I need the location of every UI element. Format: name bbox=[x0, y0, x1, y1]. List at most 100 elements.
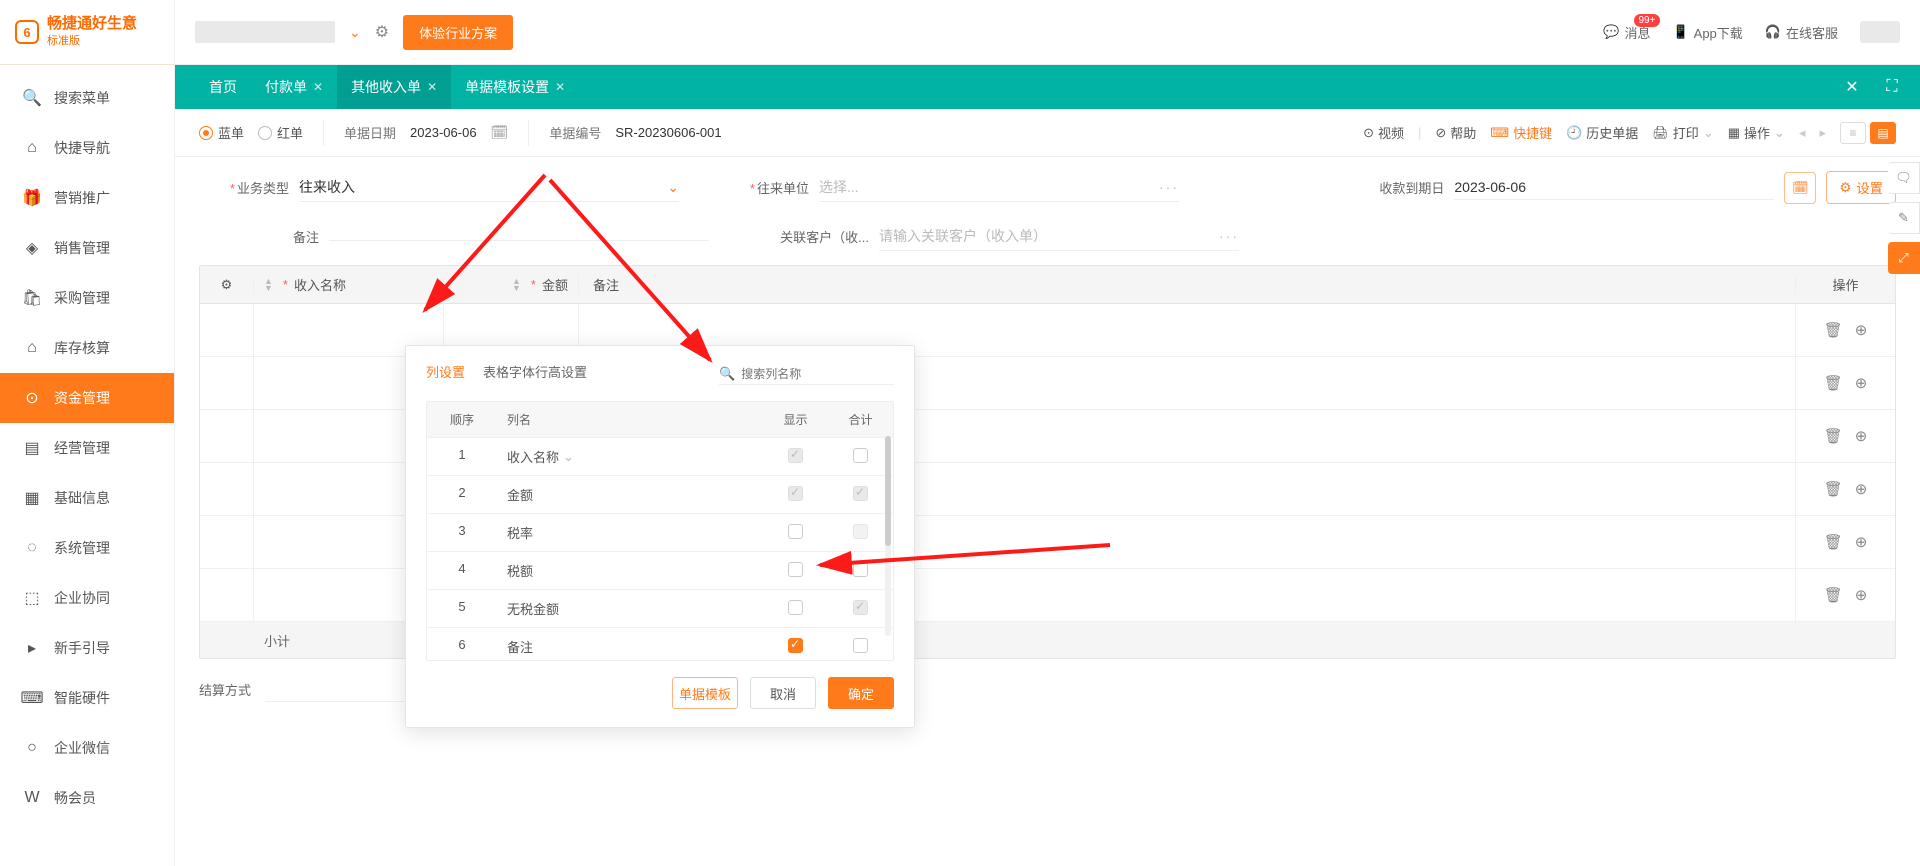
pop-row[interactable]: 3税率 bbox=[427, 513, 893, 551]
tool-print[interactable]: 🖨打印⌄ bbox=[1652, 123, 1713, 142]
pop-row[interactable]: 5无税金额 bbox=[427, 589, 893, 627]
nav-next[interactable]: ▸ bbox=[1819, 125, 1826, 141]
rail-edit[interactable]: ✎ bbox=[1888, 202, 1920, 234]
view-list[interactable]: ≡ bbox=[1840, 122, 1866, 144]
doc-date-value[interactable]: 2023-06-06 bbox=[410, 125, 477, 140]
calendar-button[interactable]: 🗓 bbox=[1784, 172, 1816, 204]
total-checkbox[interactable] bbox=[853, 638, 868, 653]
delete-icon[interactable]: 🗑 bbox=[1824, 480, 1843, 498]
keyboard-icon: ⌨ bbox=[1490, 125, 1509, 141]
org-dropdown-caret[interactable]: ⌄ bbox=[349, 24, 361, 41]
sidebar-item[interactable]: ▦基础信息 bbox=[0, 473, 174, 523]
add-row-icon[interactable]: ⊕ bbox=[1855, 533, 1868, 551]
delete-icon[interactable]: 🗑 bbox=[1824, 374, 1843, 392]
add-row-icon[interactable]: ⊕ bbox=[1855, 321, 1868, 339]
add-row-icon[interactable]: ⊕ bbox=[1855, 427, 1868, 445]
sidebar-item[interactable]: W畅会员 bbox=[0, 773, 174, 823]
radio-blue[interactable]: 蓝单 bbox=[199, 123, 244, 142]
show-checkbox[interactable] bbox=[788, 448, 803, 463]
sidebar-item[interactable]: ◈销售管理 bbox=[0, 223, 174, 273]
settings-icon[interactable]: ⚙ bbox=[375, 22, 389, 42]
tool-hotkey[interactable]: ⌨快捷键 bbox=[1490, 123, 1552, 142]
rail-note[interactable]: 🗨 bbox=[1888, 162, 1920, 194]
pop-search-input[interactable] bbox=[741, 367, 881, 381]
delete-icon[interactable]: 🗑 bbox=[1824, 533, 1843, 551]
total-checkbox[interactable] bbox=[853, 600, 868, 615]
tool-video[interactable]: ⊙视频 bbox=[1363, 123, 1404, 142]
sidebar-item[interactable]: 🛍采购管理 bbox=[0, 273, 174, 323]
pop-template-button[interactable]: 单据模板 bbox=[672, 677, 738, 709]
biz-type-select[interactable]: 往来收入 ⌄ bbox=[299, 173, 679, 202]
show-checkbox[interactable] bbox=[788, 486, 803, 501]
total-checkbox[interactable] bbox=[853, 448, 868, 463]
rel-label: 关联客户（收... bbox=[749, 227, 869, 246]
show-checkbox[interactable] bbox=[788, 562, 803, 577]
sort-icon[interactable]: ▲▼ bbox=[264, 278, 273, 292]
tab-item[interactable]: 其他收入单✕ bbox=[337, 65, 451, 109]
calendar-icon[interactable]: 🗓 bbox=[491, 124, 509, 141]
tool-help[interactable]: ⊘帮助 bbox=[1435, 123, 1476, 142]
due-date-input[interactable]: 2023-06-06 bbox=[1454, 175, 1774, 200]
add-row-icon[interactable]: ⊕ bbox=[1855, 586, 1868, 604]
app-download-link[interactable]: 📱 App下载 bbox=[1672, 23, 1742, 42]
sort-icon[interactable]: ▲▼ bbox=[512, 278, 521, 292]
pop-row[interactable]: 1收入名称 ⌄ bbox=[427, 437, 893, 475]
show-checkbox[interactable] bbox=[788, 638, 803, 653]
support-link[interactable]: 🎧 在线客服 bbox=[1765, 23, 1838, 42]
pop-scrollbar[interactable] bbox=[885, 436, 891, 636]
delete-icon[interactable]: 🗑 bbox=[1824, 321, 1843, 339]
industry-plan-button[interactable]: 体验行业方案 bbox=[403, 15, 513, 50]
total-checkbox[interactable] bbox=[853, 486, 868, 501]
more-icon[interactable]: ··· bbox=[1219, 228, 1239, 244]
tab-close-icon[interactable]: ✕ bbox=[313, 80, 323, 94]
pop-search[interactable]: 🔍 bbox=[719, 364, 894, 385]
messages-link[interactable]: 💬 消息 99+ bbox=[1603, 23, 1650, 42]
tool-history[interactable]: 🕘历史单据 bbox=[1566, 123, 1638, 142]
grid-settings-gear[interactable]: ⚙ bbox=[200, 277, 254, 293]
view-card[interactable]: ▤ bbox=[1870, 122, 1896, 144]
tab-home[interactable]: 首页 bbox=[195, 65, 251, 109]
delete-icon[interactable]: 🗑 bbox=[1824, 427, 1843, 445]
pop-row[interactable]: 2金额 bbox=[427, 475, 893, 513]
sidebar-item[interactable]: ⌂快捷导航 bbox=[0, 123, 174, 173]
more-icon[interactable]: ··· bbox=[1159, 179, 1179, 195]
pop-ok-button[interactable]: 确定 bbox=[828, 677, 894, 709]
sidebar-item[interactable]: ▸新手引导 bbox=[0, 623, 174, 673]
sidebar-item[interactable]: 🔍搜索菜单 bbox=[0, 73, 174, 123]
pop-tab-columns[interactable]: 列设置 bbox=[426, 362, 465, 387]
tab-close-all[interactable]: ✕ bbox=[1836, 71, 1868, 103]
nav-prev[interactable]: ◂ bbox=[1799, 125, 1806, 141]
tab-fullscreen[interactable]: ⛶ bbox=[1876, 71, 1908, 103]
pop-tab-font[interactable]: 表格字体行高设置 bbox=[483, 362, 587, 387]
sidebar-item[interactable]: ◌系统管理 bbox=[0, 523, 174, 573]
tab-close-icon[interactable]: ✕ bbox=[427, 80, 437, 94]
radio-red[interactable]: 红单 bbox=[258, 123, 303, 142]
tool-ops[interactable]: ▦操作⌄ bbox=[1728, 123, 1785, 142]
pop-row[interactable]: 4税额 bbox=[427, 551, 893, 589]
sidebar-item[interactable]: ○企业微信 bbox=[0, 723, 174, 773]
settings-button[interactable]: ⚙设置 bbox=[1826, 171, 1896, 204]
sidebar-item[interactable]: 🎁营销推广 bbox=[0, 173, 174, 223]
rel-customer-input[interactable]: 请输入关联客户（收入单） ··· bbox=[879, 222, 1239, 251]
user-avatar[interactable] bbox=[1860, 21, 1900, 43]
show-checkbox[interactable] bbox=[788, 524, 803, 539]
party-select[interactable]: 选择... ··· bbox=[819, 173, 1179, 202]
total-checkbox[interactable] bbox=[853, 524, 868, 539]
total-checkbox[interactable] bbox=[853, 562, 868, 577]
sidebar-item[interactable]: ▤经营管理 bbox=[0, 423, 174, 473]
tab-close-icon[interactable]: ✕ bbox=[555, 80, 565, 94]
sidebar-item[interactable]: ⬚企业协同 bbox=[0, 573, 174, 623]
sidebar-item[interactable]: ⊙资金管理 bbox=[0, 373, 174, 423]
delete-icon[interactable]: 🗑 bbox=[1824, 586, 1843, 604]
tab-item[interactable]: 单据模板设置✕ bbox=[451, 65, 579, 109]
pop-cancel-button[interactable]: 取消 bbox=[750, 677, 816, 709]
rail-expand[interactable]: ⤢ bbox=[1888, 242, 1920, 274]
sidebar-item[interactable]: ⌨智能硬件 bbox=[0, 673, 174, 723]
add-row-icon[interactable]: ⊕ bbox=[1855, 374, 1868, 392]
tab-item[interactable]: 付款单✕ bbox=[251, 65, 337, 109]
sidebar-item[interactable]: ⌂库存核算 bbox=[0, 323, 174, 373]
add-row-icon[interactable]: ⊕ bbox=[1855, 480, 1868, 498]
remark-input[interactable] bbox=[329, 232, 709, 241]
show-checkbox[interactable] bbox=[788, 600, 803, 615]
pop-row[interactable]: 6备注 bbox=[427, 627, 893, 661]
